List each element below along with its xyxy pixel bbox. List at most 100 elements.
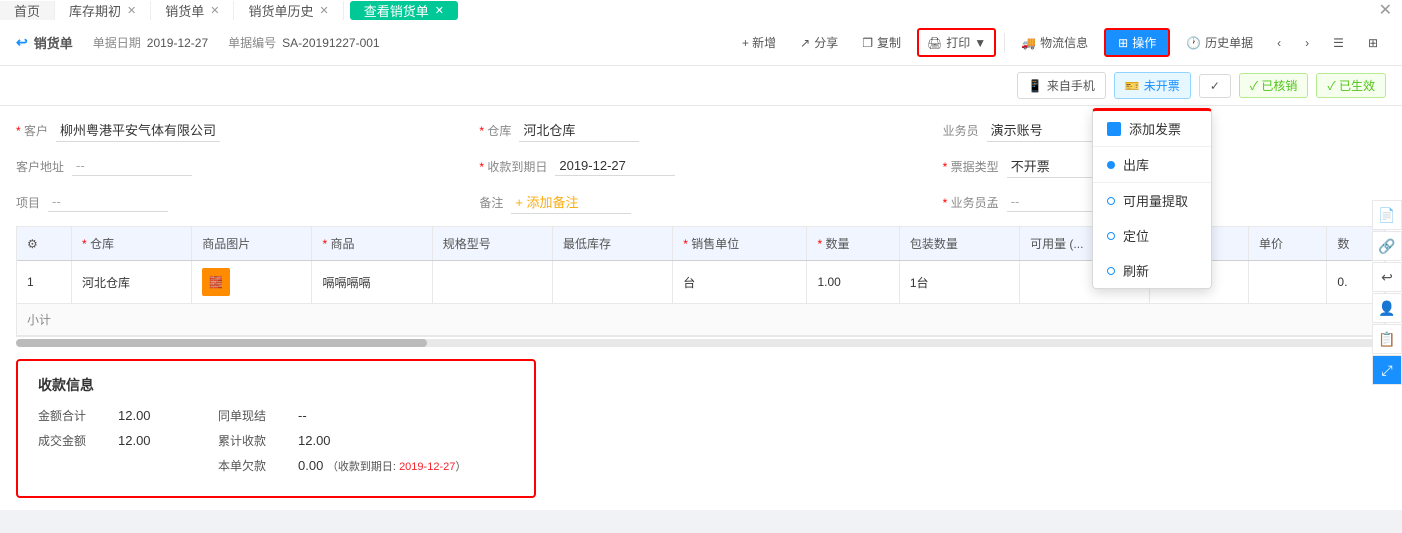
tab-sales-order-close[interactable]: ✕: [210, 4, 219, 17]
grid-icon: ⊞: [1118, 36, 1128, 50]
right-icon-return[interactable]: ↩: [1372, 262, 1402, 292]
right-icon-clipboard[interactable]: 📋: [1372, 324, 1402, 354]
customer-field: 客户 柳州粤港平安气体有限公司: [16, 118, 459, 142]
due-date-value[interactable]: 2019-12-27: [555, 156, 675, 176]
copy-button[interactable]: ❐ 复制: [854, 30, 909, 55]
right-icon-person[interactable]: 👤: [1372, 293, 1402, 323]
project-label: 项目: [16, 194, 40, 211]
add-invoice-item[interactable]: 添加发票: [1093, 111, 1211, 146]
transaction-amount-label: 成交金额: [38, 432, 118, 449]
total-amount-value: 12.00: [118, 408, 178, 423]
payment-row-1: 金额合计 12.00 同单现结 --: [38, 407, 514, 424]
operation-button[interactable]: ⊞ 操作: [1104, 28, 1170, 57]
subtotal-label: 小计: [17, 304, 1385, 336]
share-button[interactable]: ↗ 分享: [792, 30, 846, 55]
tab-view-sales[interactable]: 查看销货单 ✕: [350, 1, 458, 20]
same-order-settle-label: 同单现结: [218, 407, 298, 424]
right-icon-doc[interactable]: 📄: [1372, 200, 1402, 230]
sales-order-icon: ↩: [16, 34, 28, 51]
from-mobile-button[interactable]: 📱 来自手机: [1017, 72, 1106, 99]
customer-label: 客户: [16, 122, 48, 139]
history-button[interactable]: 🕐 历史单据: [1178, 30, 1261, 55]
refresh-dot-icon: [1107, 267, 1115, 275]
view-list1-button[interactable]: ☰: [1325, 32, 1352, 54]
table-scrollbar[interactable]: [16, 339, 1386, 347]
tab-bar: 首页 库存期初 ✕ 销货单 ✕ 销货单历史 ✕ 查看销货单 ✕ ✕: [0, 0, 1402, 20]
mobile-icon: 📱: [1028, 79, 1043, 93]
nav-prev-button[interactable]: ‹: [1269, 32, 1289, 54]
remark-label: 备注: [479, 194, 503, 211]
tab-inventory-init[interactable]: 库存期初 ✕: [55, 1, 151, 20]
doc-actions: + 新增 ↗ 分享 ❐ 复制 🖨 打印 ▼ 🚚 物流信息 ⊞ 操作 🕐 历史单据: [734, 28, 1386, 57]
row-min-stock: [552, 261, 672, 304]
project-field: 项目 --: [16, 192, 459, 212]
col-sales-unit: * 销售单位: [673, 227, 807, 261]
tab-sales-history-close[interactable]: ✕: [320, 4, 329, 17]
already-effective-button[interactable]: ✓ 已生效: [1316, 73, 1386, 98]
same-order-settle-value: --: [298, 408, 358, 423]
print-icon: 🖨: [927, 36, 942, 50]
right-icon-expand[interactable]: ⤢: [1372, 355, 1402, 385]
cumulative-receipt-label: 累计收款: [218, 432, 298, 449]
outbound-dot-icon: [1107, 161, 1115, 169]
cumulative-receipt-value: 12.00: [298, 433, 358, 448]
new-button[interactable]: + 新增: [734, 30, 784, 55]
truck-icon: 🚚: [1021, 36, 1036, 50]
payment-section: 收款信息 金额合计 12.00 同单现结 -- 成交金额 12.00 累计收款 …: [16, 359, 536, 498]
already-void-button[interactable]: ✓ 已核销: [1239, 73, 1309, 98]
customer-value[interactable]: 柳州粤港平安气体有限公司: [56, 118, 220, 142]
tab-inventory-init-close[interactable]: ✕: [127, 4, 136, 17]
doc-header: ↩ 销货单 单据日期 2019-12-27 单据编号 SA-20191227-0…: [0, 20, 1402, 66]
history-icon: 🕐: [1186, 36, 1201, 50]
col-unit-price: 单价: [1248, 227, 1326, 261]
remark-add-btn[interactable]: + 添加备注: [511, 190, 631, 214]
tab-view-sales-close[interactable]: ✕: [435, 4, 444, 17]
nav-next-button[interactable]: ›: [1297, 32, 1317, 54]
ticket-type-label: 票据类型: [943, 158, 999, 175]
tab-sales-order[interactable]: 销货单 ✕: [151, 1, 234, 20]
row-product: 嗝嗝嗝嗝: [312, 261, 432, 304]
col-product-image: 商品图片: [192, 227, 312, 261]
row-spec: [432, 261, 552, 304]
toolbar: 📱 来自手机 🎫 未开票 ✓ ✓ 已核销 ✓ 已生效: [0, 66, 1402, 106]
available-qty-item[interactable]: 可用量提取: [1093, 183, 1211, 218]
close-all-button[interactable]: ✕: [1369, 0, 1402, 20]
row-pack-qty: 1台: [899, 261, 1019, 304]
scrollbar-thumb[interactable]: [16, 339, 427, 347]
col-settings[interactable]: ⚙: [17, 227, 71, 261]
current-due-label: 本单欠款: [218, 457, 298, 474]
outbound-item[interactable]: 出库: [1093, 147, 1211, 182]
address-field: 客户地址 --: [16, 156, 459, 176]
subtotal-row: 小计: [17, 304, 1385, 336]
print-dropdown-icon: ▼: [974, 36, 986, 50]
col-min-stock: 最低库存: [552, 227, 672, 261]
right-icon-link[interactable]: 🔗: [1372, 231, 1402, 261]
not-opened-button[interactable]: 🎫 未开票: [1114, 72, 1191, 99]
row-warehouse: 河北仓库: [71, 261, 191, 304]
product-thumbnail: 🧱: [202, 268, 230, 296]
confirm-button[interactable]: ✓: [1199, 74, 1231, 98]
check-circle-icon: ✓: [1250, 79, 1258, 93]
row-unit-price: [1248, 261, 1326, 304]
project-value[interactable]: --: [48, 192, 168, 212]
tab-home[interactable]: 首页: [0, 1, 55, 20]
warehouse-value[interactable]: 河北仓库: [519, 118, 639, 142]
available-dot-icon: [1107, 197, 1115, 205]
tab-sales-history[interactable]: 销货单历史 ✕: [234, 1, 343, 20]
view-list2-button[interactable]: ⊞: [1360, 32, 1386, 54]
row-sales-unit: 台: [673, 261, 807, 304]
doc-date-meta: 单据日期 2019-12-27: [93, 34, 208, 51]
print-button[interactable]: 🖨 打印 ▼: [917, 28, 996, 57]
locate-item[interactable]: 定位: [1093, 218, 1211, 253]
right-side-icons: 📄 🔗 ↩ 👤 📋 ⤢: [1372, 200, 1402, 385]
divider: [1004, 33, 1005, 53]
share-icon: ↗: [800, 36, 810, 50]
row-quantity: 1.00: [807, 261, 899, 304]
payment-row-3: 本单欠款 0.00 （收款到期日: 2019-12-27）: [38, 457, 514, 474]
warehouse-label: 仓库: [479, 122, 511, 139]
logistics-button[interactable]: 🚚 物流信息: [1013, 30, 1096, 55]
refresh-item[interactable]: 刷新: [1093, 253, 1211, 288]
address-value[interactable]: --: [72, 156, 192, 176]
remark-field: 备注 + 添加备注: [479, 190, 922, 214]
ticket-icon: 🎫: [1125, 79, 1140, 93]
